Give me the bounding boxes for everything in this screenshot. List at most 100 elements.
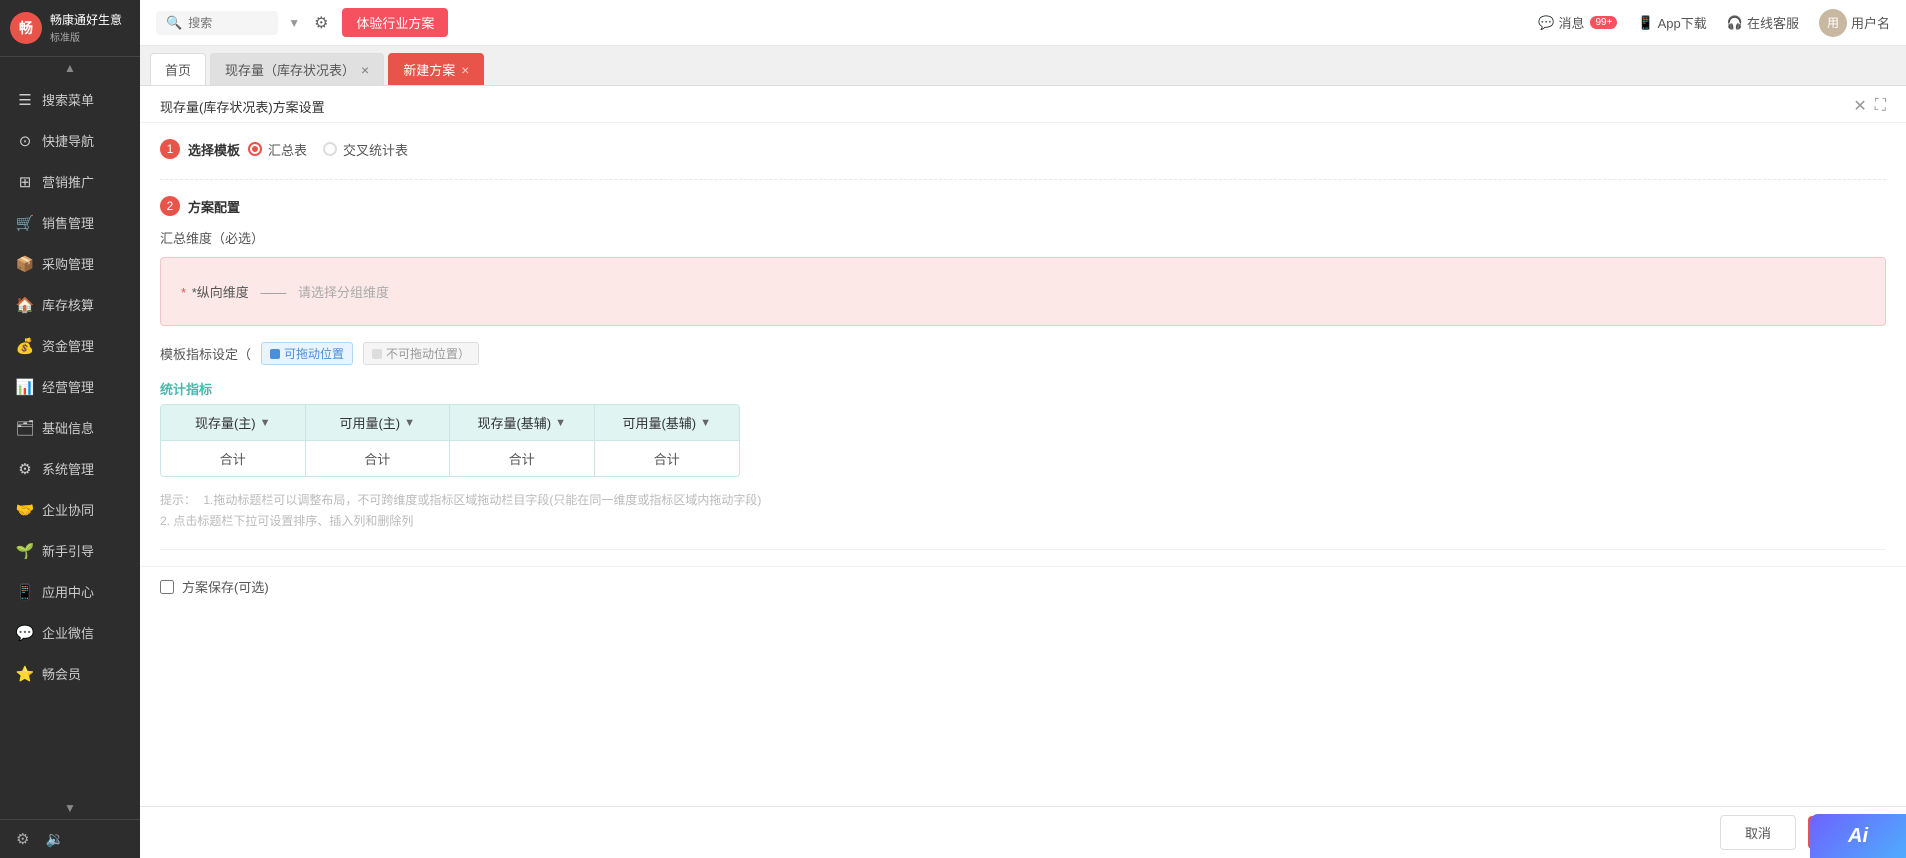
sound-icon[interactable]: 🔉 (45, 830, 64, 848)
sidebar-item-sales[interactable]: 🛒 销售管理 (0, 202, 140, 243)
radio-cross[interactable]: 交叉统计表 (323, 140, 408, 159)
sidebar-item-system[interactable]: ⚙ 系统管理 (0, 448, 140, 489)
col-header-1[interactable]: 可用量(主) ▼ (306, 405, 451, 440)
topbar-gear-icon[interactable]: ⚙ (314, 13, 328, 33)
sidebar-item-quick-nav[interactable]: ⊙ 快捷导航 (0, 120, 140, 161)
purchase-icon: 📦 (16, 255, 34, 273)
tip-line-1: 2. 点击标题栏下拉可设置排序、插入列和删除列 (160, 512, 1886, 529)
sidebar-logo: 畅 畅康通好生意 标准版 (0, 0, 140, 57)
radio-summary-dot (248, 142, 262, 156)
sidebar-item-label: 库存核算 (42, 295, 94, 314)
col-header-2[interactable]: 现存量(基辅) ▼ (450, 405, 595, 440)
sidebar-scroll-up[interactable]: ▲ (0, 57, 140, 79)
sidebar-item-purchase[interactable]: 📦 采购管理 (0, 243, 140, 284)
message-item[interactable]: 💬 消息 99+ (1538, 13, 1617, 32)
quick-nav-icon: ⊙ (16, 132, 34, 150)
col-3-chevron[interactable]: ▼ (700, 417, 711, 429)
col-0-chevron[interactable]: ▼ (260, 417, 271, 429)
topbar-search-box[interactable]: 🔍 (156, 11, 278, 35)
stats-cell-0-2: 合计 (450, 441, 595, 476)
col-1-chevron[interactable]: ▼ (404, 417, 415, 429)
save-checkbox[interactable] (160, 580, 174, 594)
search-menu-icon: ☰ (16, 91, 34, 109)
col-2-chevron[interactable]: ▼ (555, 417, 566, 429)
radio-summary[interactable]: 汇总表 (248, 140, 307, 159)
sidebar-item-finance[interactable]: 💰 资金管理 (0, 325, 140, 366)
indicator-setting-label: 模板指标设定（ (160, 344, 251, 363)
step2-number: 2 (160, 196, 180, 216)
avatar: 用 (1819, 9, 1847, 37)
sidebar-scroll: ☰ 搜索菜单 ⊙ 快捷导航 ⊞ 营销推广 🛒 销售管理 📦 采购管理 🏠 库存核… (0, 79, 140, 797)
sidebar-item-business[interactable]: 📊 经营管理 (0, 366, 140, 407)
tab-inventory-status-close[interactable]: × (361, 62, 369, 78)
step1-header: 1 选择模板 汇总表 交叉统计表 (160, 139, 1886, 159)
online-service-label: 在线客服 (1747, 13, 1799, 32)
app-download-icon: 📱 (1637, 15, 1653, 31)
step1-block: 1 选择模板 汇总表 交叉统计表 (160, 139, 1886, 159)
sales-icon: 🛒 (16, 214, 34, 232)
sidebar-item-marketing[interactable]: ⊞ 营销推广 (0, 161, 140, 202)
dimension-placeholder: 请选择分组维度 (298, 285, 389, 300)
expand-icon[interactable]: ⛶ (1875, 97, 1886, 115)
system-icon: ⚙ (16, 460, 34, 478)
tab-new-scheme[interactable]: 新建方案 × (388, 53, 484, 85)
sidebar-scroll-down[interactable]: ▼ (0, 797, 140, 819)
settings-icon[interactable]: ⚙ (16, 830, 29, 848)
logo-text-block: 畅康通好生意 标准版 (50, 12, 122, 44)
sidebar-item-label: 企业微信 (42, 623, 94, 642)
step-divider (160, 179, 1886, 180)
user-item[interactable]: 用 用户名 (1819, 9, 1890, 37)
sidebar-item-member[interactable]: ⭐ 畅会员 (0, 653, 140, 694)
step2-label: 方案配置 (188, 197, 240, 216)
sidebar-item-label: 快捷导航 (42, 131, 94, 150)
app-download-label: App下载 (1658, 13, 1707, 32)
sidebar-item-label: 畅会员 (42, 664, 81, 683)
new-guide-icon: 🌱 (16, 542, 34, 560)
sidebar-item-basic-info[interactable]: 🗂 基础信息 (0, 407, 140, 448)
save-divider (160, 549, 1886, 550)
sidebar-item-wechat[interactable]: 💬 企业微信 (0, 612, 140, 653)
form-wrapper: 1 选择模板 汇总表 交叉统计表 (140, 123, 1906, 566)
topbar-chevron-icon[interactable]: ▼ (288, 16, 300, 30)
sidebar-item-label: 销售管理 (42, 213, 94, 232)
sidebar: 畅 畅康通好生意 标准版 ▲ ☰ 搜索菜单 ⊙ 快捷导航 ⊞ 营销推广 🛒 销售… (0, 0, 140, 858)
headset-icon: 🎧 (1727, 15, 1743, 31)
tab-new-scheme-label: 新建方案 (403, 60, 455, 79)
main-area: 🔍 ▼ ⚙ 体验行业方案 💬 消息 99+ 📱 App下载 🎧 在线客服 用 用… (140, 0, 1906, 858)
col-header-2-label: 现存量(基辅) (477, 413, 551, 432)
sidebar-item-inventory[interactable]: 🏠 库存核算 (0, 284, 140, 325)
online-service-item[interactable]: 🎧 在线客服 (1727, 13, 1799, 32)
tab-home[interactable]: 首页 (150, 53, 206, 85)
topbar: 🔍 ▼ ⚙ 体验行业方案 💬 消息 99+ 📱 App下载 🎧 在线客服 用 用… (140, 0, 1906, 46)
sidebar-item-cooperation[interactable]: 🤝 企业协同 (0, 489, 140, 530)
tab-inventory-status-label: 现存量（库存状况表） (225, 60, 355, 79)
close-icon[interactable]: ✕ (1853, 96, 1866, 116)
radio-cross-dot (323, 142, 337, 156)
member-icon: ⭐ (16, 665, 34, 683)
page-title: 现存量(库存状况表)方案设置 (160, 97, 325, 116)
message-badge: 99+ (1590, 16, 1617, 29)
stats-section-label: 统计指标 (160, 379, 1886, 398)
draggable-label: 可拖动位置 (284, 345, 344, 362)
tip-1-text: 1.拖动标题栏可以调整布局，不可跨维度或指标区域拖动栏目字段(只能在同一维度或指… (203, 493, 761, 507)
step2-header: 2 方案配置 (160, 196, 1886, 216)
col-header-3[interactable]: 可用量(基辅) ▼ (595, 405, 740, 440)
indicator-setting-row: 模板指标设定（ 可拖动位置 不可拖动位置） (160, 342, 1886, 365)
tab-home-label: 首页 (165, 60, 191, 79)
sidebar-item-app-center[interactable]: 📱 应用中心 (0, 571, 140, 612)
cancel-button[interactable]: 取消 (1720, 815, 1796, 850)
stats-cell-0-1: 合计 (306, 441, 451, 476)
sidebar-item-new-guide[interactable]: 🌱 新手引导 (0, 530, 140, 571)
sidebar-item-search-menu[interactable]: ☰ 搜索菜单 (0, 79, 140, 120)
tab-inventory-status[interactable]: 现存量（库存状况表） × (210, 53, 384, 85)
sidebar-item-label: 新手引导 (42, 541, 94, 560)
username: 用户名 (1851, 13, 1890, 32)
step1-label: 选择模板 (188, 140, 240, 159)
tab-new-scheme-close[interactable]: × (461, 62, 469, 78)
col-header-0[interactable]: 现存量(主) ▼ (161, 405, 306, 440)
trial-button[interactable]: 体验行业方案 (342, 8, 448, 37)
ai-badge[interactable]: Ai (1810, 814, 1906, 858)
app-download-item[interactable]: 📱 App下载 (1637, 13, 1706, 32)
sidebar-item-label: 营销推广 (42, 172, 94, 191)
search-input[interactable] (188, 16, 268, 30)
